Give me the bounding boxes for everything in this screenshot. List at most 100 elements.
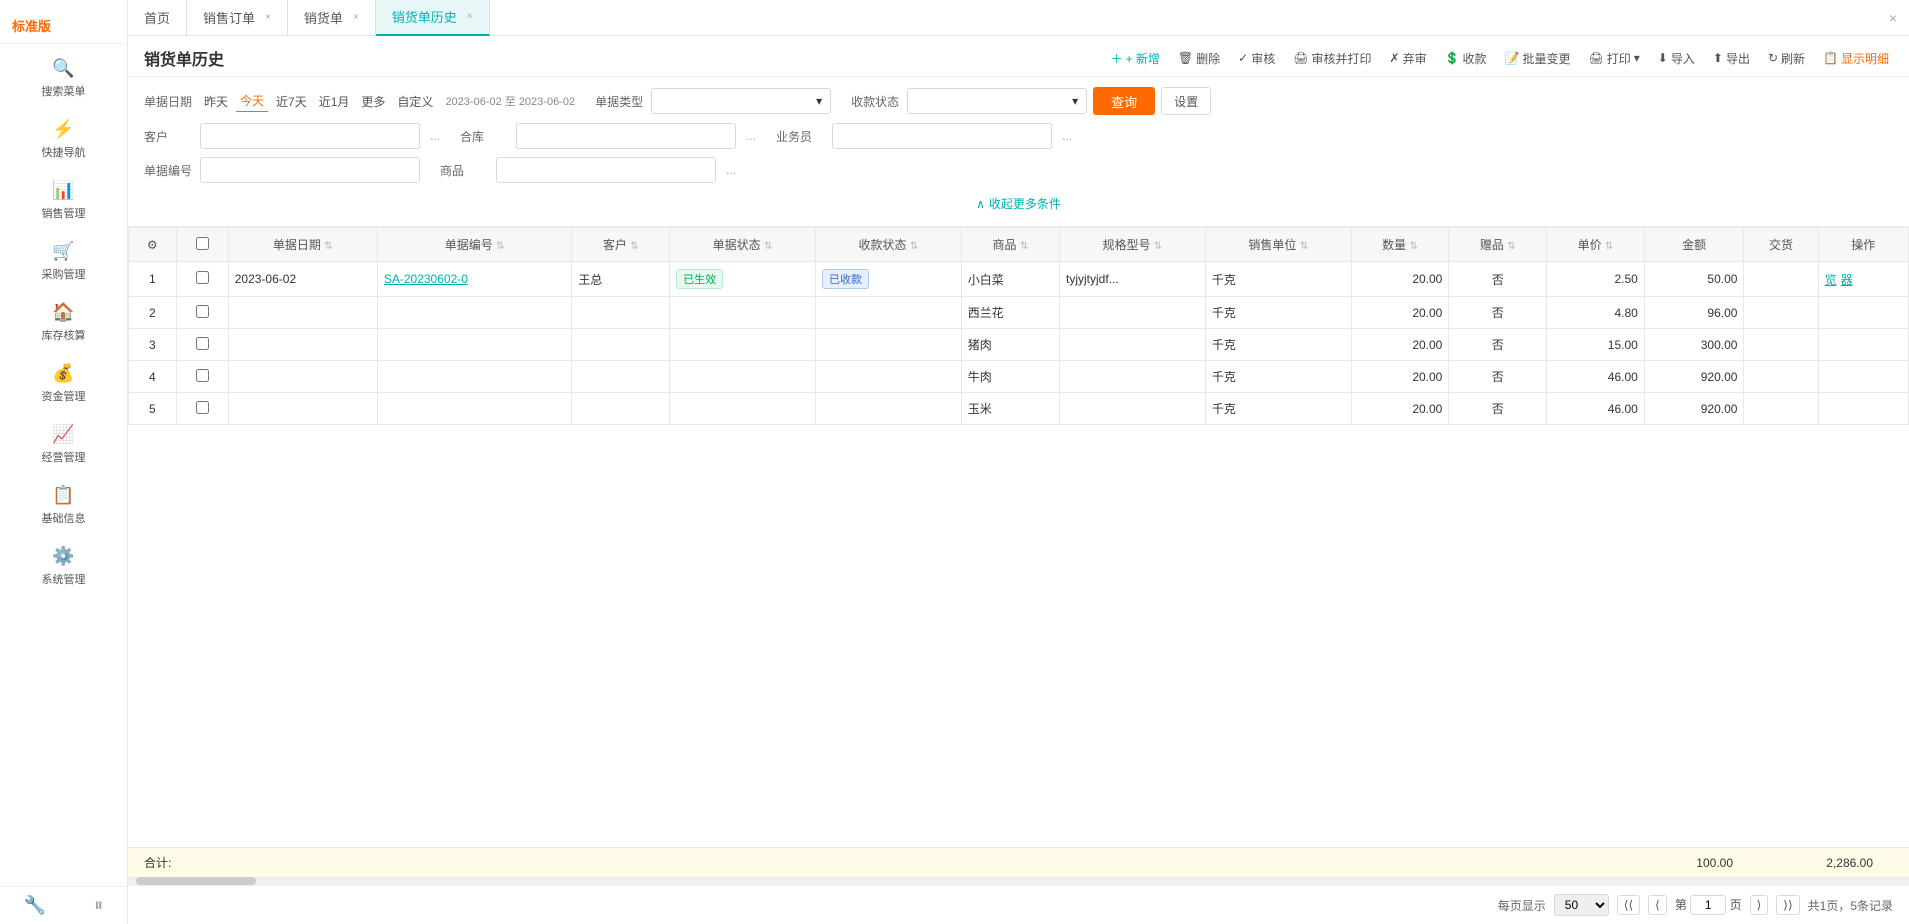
goods-dots-icon[interactable]: ... bbox=[726, 163, 736, 177]
row-doc-no[interactable] bbox=[377, 329, 572, 361]
sidebar-item-system-mgmt[interactable]: ⚙️ 系统管理 bbox=[0, 536, 127, 597]
date-shortcut-1month[interactable]: 近1月 bbox=[315, 91, 354, 112]
tab-home[interactable]: 首页 bbox=[128, 0, 187, 36]
sidebar-item-purchase-mgmt[interactable]: 🛒 采购管理 bbox=[0, 231, 127, 292]
tab-sales-goods-history[interactable]: 销货单历史 × bbox=[376, 0, 490, 36]
sidebar-item-operation-mgmt[interactable]: 📈 经营管理 bbox=[0, 414, 127, 475]
tab-sales-goods[interactable]: 销货单 × bbox=[288, 0, 376, 36]
action-link[interactable]: 器 bbox=[1841, 273, 1853, 287]
col-amount[interactable]: 金额 bbox=[1644, 228, 1744, 262]
sidebar-item-basic-info[interactable]: 📋 基础信息 bbox=[0, 475, 127, 536]
sidebar-item-inventory-calc[interactable]: 🏠 库存核算 bbox=[0, 292, 127, 353]
sidebar-pause-icon[interactable]: ⏸ bbox=[94, 895, 103, 916]
col-doc-status[interactable]: 单据状态 ⇅ bbox=[670, 228, 816, 262]
col-checkbox[interactable] bbox=[176, 228, 228, 262]
table-row: 2西兰花千克20.00否4.8096.00 bbox=[129, 297, 1909, 329]
date-shortcut-yesterday[interactable]: 昨天 bbox=[200, 91, 232, 112]
set-button[interactable]: 设置 bbox=[1161, 87, 1211, 115]
col-customer[interactable]: 客户 ⇅ bbox=[572, 228, 670, 262]
date-shortcut-7days[interactable]: 近7天 bbox=[272, 91, 311, 112]
customer-dots-icon[interactable]: ... bbox=[430, 129, 440, 143]
col-settings[interactable]: ⚙ bbox=[129, 228, 177, 262]
filter-area: 单据日期 昨天 今天 近7天 近1月 更多 自定义 2023-06-02 至 2… bbox=[128, 77, 1909, 227]
audit-button[interactable]: ✓ 审核 bbox=[1234, 47, 1279, 70]
page-first-btn[interactable]: ⟨⟨ bbox=[1617, 895, 1640, 915]
table-area: ⚙ 单据日期 ⇅ 单据编号 ⇅ bbox=[128, 227, 1909, 847]
import-button[interactable]: ⬇ 导入 bbox=[1654, 47, 1699, 70]
row-doc-no[interactable] bbox=[377, 361, 572, 393]
filter-docno-input[interactable] bbox=[200, 157, 420, 183]
date-shortcut-custom[interactable]: 自定义 bbox=[393, 91, 437, 112]
col-sales-unit[interactable]: 销售单位 ⇅ bbox=[1205, 228, 1351, 262]
filter-doc-type-select[interactable]: ▾ bbox=[651, 88, 831, 114]
query-button[interactable]: 查询 bbox=[1093, 87, 1155, 115]
row-doc-no[interactable] bbox=[377, 393, 572, 425]
col-collect-status[interactable]: 收款状态 ⇅ bbox=[815, 228, 961, 262]
filter-collect-status-select[interactable]: ▾ bbox=[907, 88, 1087, 114]
sidebar-item-quick-nav[interactable]: ⚡ 快捷导航 bbox=[0, 109, 127, 170]
col-qty[interactable]: 数量 ⇅ bbox=[1351, 228, 1449, 262]
filter-goods-input[interactable] bbox=[496, 157, 716, 183]
select-all-checkbox[interactable] bbox=[196, 237, 209, 250]
refresh-button[interactable]: ↻ 刷新 bbox=[1764, 47, 1809, 70]
tab-sales-order-close[interactable]: × bbox=[265, 12, 271, 23]
filter-warehouse-input[interactable] bbox=[516, 123, 736, 149]
col-spec[interactable]: 规格型号 ⇅ bbox=[1060, 228, 1206, 262]
col-trade[interactable]: 交货 bbox=[1744, 228, 1818, 262]
filter-collapse-btn[interactable]: ∧ 收起更多条件 bbox=[144, 191, 1893, 216]
filter-staff-input[interactable] bbox=[832, 123, 1052, 149]
row-customer bbox=[572, 361, 670, 393]
page-last-btn[interactable]: ⟩⟩ bbox=[1776, 895, 1799, 915]
row-checkbox-cell[interactable] bbox=[176, 329, 228, 361]
export-button[interactable]: ⬆ 导出 bbox=[1709, 47, 1754, 70]
col-gift[interactable]: 赠品 ⇅ bbox=[1449, 228, 1547, 262]
col-doc-no[interactable]: 单据编号 ⇅ bbox=[377, 228, 572, 262]
col-unit-price[interactable]: 单价 ⇅ bbox=[1547, 228, 1645, 262]
new-button[interactable]: ＋ + 新增 bbox=[1107, 47, 1164, 70]
row-doc-no[interactable]: SA-20230602-0 bbox=[377, 262, 572, 297]
audit-print-button[interactable]: 🖨 审核并打印 bbox=[1289, 47, 1375, 70]
row-checkbox[interactable] bbox=[196, 271, 209, 284]
page-next-btn[interactable]: ⟩ bbox=[1750, 895, 1769, 915]
row-checkbox[interactable] bbox=[196, 305, 209, 318]
filter-customer-input[interactable] bbox=[200, 123, 420, 149]
discard-button[interactable]: ✗ 弃审 bbox=[1386, 47, 1431, 70]
sidebar-item-search-menu[interactable]: 🔍 搜索菜单 bbox=[0, 48, 127, 109]
sidebar-item-sales-mgmt[interactable]: 📊 销售管理 bbox=[0, 170, 127, 231]
tab-sales-goods-close[interactable]: × bbox=[353, 12, 359, 23]
collect-button[interactable]: 💲 收款 bbox=[1441, 47, 1491, 70]
scrollbar-thumb[interactable] bbox=[136, 877, 256, 885]
date-shortcut-more[interactable]: 更多 bbox=[357, 91, 389, 112]
row-checkbox-cell[interactable] bbox=[176, 361, 228, 393]
row-checkbox[interactable] bbox=[196, 369, 209, 382]
tab-sales-goods-history-close[interactable]: × bbox=[467, 11, 473, 22]
delete-button[interactable]: 🗑 删除 bbox=[1174, 47, 1224, 70]
row-checkbox[interactable] bbox=[196, 401, 209, 414]
staff-dots-icon[interactable]: ... bbox=[1062, 129, 1072, 143]
row-doc-no[interactable] bbox=[377, 297, 572, 329]
batch-change-button[interactable]: 📝 批量变更 bbox=[1501, 47, 1575, 70]
col-customer-label: 客户 bbox=[603, 238, 627, 252]
print-button[interactable]: 🖨 打印 ▾ bbox=[1585, 47, 1644, 70]
sidebar-settings-icon[interactable]: 🔧 bbox=[24, 895, 46, 916]
page-jump-input[interactable] bbox=[1690, 895, 1726, 915]
horizontal-scrollbar[interactable] bbox=[128, 877, 1909, 885]
warehouse-dots-icon[interactable]: ... bbox=[746, 129, 756, 143]
row-unit-price: 46.00 bbox=[1547, 393, 1645, 425]
sidebar-item-finance-mgmt[interactable]: 💰 资金管理 bbox=[0, 353, 127, 414]
tabs-close-all[interactable]: × bbox=[1877, 10, 1909, 26]
action-link[interactable]: 览 bbox=[1825, 273, 1837, 287]
row-checkbox-cell[interactable] bbox=[176, 262, 228, 297]
show-detail-button[interactable]: 📋 显示明细 bbox=[1819, 47, 1893, 70]
row-checkbox-cell[interactable] bbox=[176, 393, 228, 425]
page-size-select[interactable]: 20 50 100 bbox=[1554, 894, 1609, 916]
col-goods[interactable]: 商品 ⇅ bbox=[961, 228, 1059, 262]
table-settings-icon[interactable]: ⚙ bbox=[147, 238, 158, 252]
row-checkbox-cell[interactable] bbox=[176, 297, 228, 329]
row-checkbox[interactable] bbox=[196, 337, 209, 350]
tab-sales-order[interactable]: 销售订单 × bbox=[187, 0, 288, 36]
col-doc-date[interactable]: 单据日期 ⇅ bbox=[228, 228, 377, 262]
row-doc-date: 2023-06-02 bbox=[228, 262, 377, 297]
page-prev-btn[interactable]: ⟨ bbox=[1648, 895, 1667, 915]
date-shortcut-today[interactable]: 今天 bbox=[236, 90, 268, 112]
